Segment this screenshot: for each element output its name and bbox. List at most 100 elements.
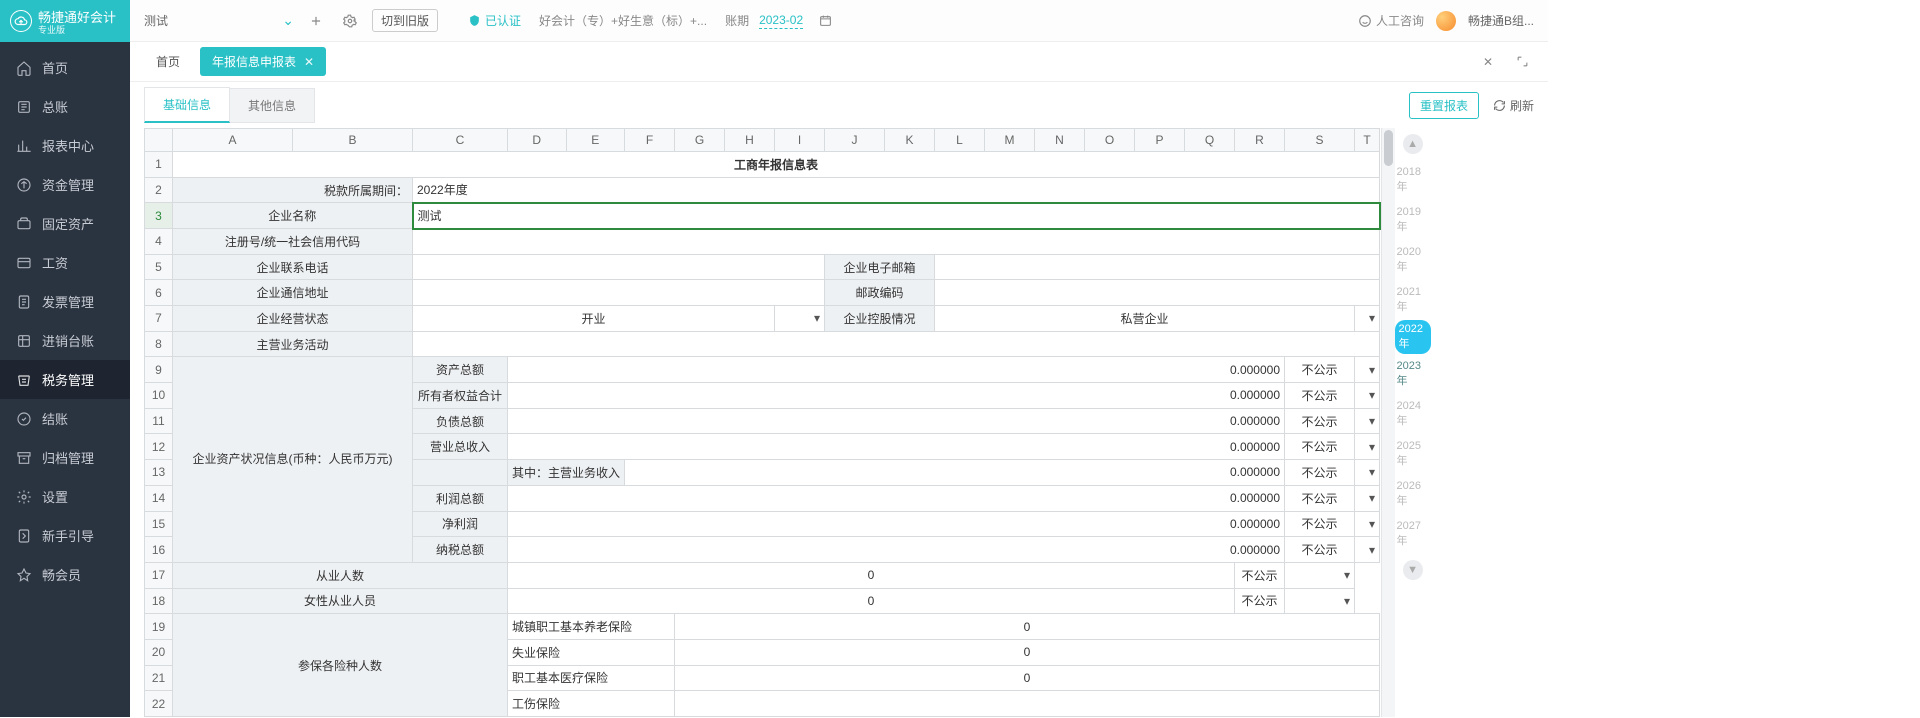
year-option[interactable]: 2020年: [1395, 240, 1431, 280]
reset-report-button[interactable]: 重置报表: [1409, 92, 1479, 119]
column-header[interactable]: L: [935, 129, 985, 152]
sheet-title: 工商年报信息表: [173, 152, 1380, 178]
column-header[interactable]: D: [508, 129, 567, 152]
year-rail: ▲ 2018年2019年2020年2021年2022年2023年2024年202…: [1395, 128, 1431, 717]
topbar: 测试 ⌄ 切到旧版 已认证 好会计（专）+好生意（标）+... 账期 2023-…: [130, 0, 1548, 42]
company-name-cell[interactable]: 测试: [413, 203, 1380, 229]
archive-icon: [16, 450, 32, 466]
column-header[interactable]: E: [566, 129, 625, 152]
plan-label: 好会计（专）+好生意（标）+...: [539, 12, 707, 29]
year-down-icon[interactable]: ▼: [1403, 560, 1423, 580]
column-header[interactable]: A: [173, 129, 293, 152]
column-header[interactable]: N: [1035, 129, 1085, 152]
sidebar-item-ledger[interactable]: 总账: [0, 87, 130, 126]
year-option[interactable]: 2025年: [1395, 434, 1431, 474]
column-header[interactable]: R: [1235, 129, 1285, 152]
expand-button[interactable]: [1510, 50, 1534, 74]
year-option[interactable]: 2022年: [1395, 320, 1431, 354]
refresh-button[interactable]: 刷新: [1493, 97, 1534, 114]
subtab-other[interactable]: 其他信息: [229, 88, 315, 123]
close-all-button[interactable]: ✕: [1476, 50, 1500, 74]
year-up-icon[interactable]: ▲: [1403, 134, 1423, 154]
jinxiao-icon: [16, 333, 32, 349]
column-header[interactable]: G: [675, 129, 725, 152]
dropdown-icon: ▾: [814, 311, 820, 325]
column-header[interactable]: O: [1085, 129, 1135, 152]
chevron-down-icon: ⌄: [282, 12, 294, 29]
sidebar-item-reports[interactable]: 报表中心: [0, 126, 130, 165]
period-calendar-icon[interactable]: [813, 9, 837, 33]
company-name: 测试: [144, 12, 168, 29]
sidebar-item-invoice[interactable]: 发票管理: [0, 282, 130, 321]
vip-icon: [16, 567, 32, 583]
column-header[interactable]: M: [985, 129, 1035, 152]
brand-text: 畅捷通好会计 专业版: [38, 7, 116, 35]
period-label: 账期: [725, 12, 749, 29]
sidebar-item-funds[interactable]: 资金管理: [0, 165, 130, 204]
support-link[interactable]: 人工咨询: [1358, 12, 1424, 29]
vertical-scrollbar[interactable]: [1381, 128, 1395, 717]
sidebar-item-assets[interactable]: 固定资产: [0, 204, 130, 243]
reports-icon: [16, 138, 32, 154]
year-option[interactable]: 2023年: [1395, 354, 1431, 394]
salary-icon: [16, 255, 32, 271]
funds-icon: [16, 177, 32, 193]
column-header[interactable]: I: [775, 129, 825, 152]
main: 测试 ⌄ 切到旧版 已认证 好会计（专）+好生意（标）+... 账期 2023-…: [130, 0, 1548, 717]
page-tabs: 首页 年报信息申报表 ✕ ✕: [130, 42, 1548, 82]
column-header[interactable]: K: [885, 129, 935, 152]
sidebar-item-close[interactable]: 结账: [0, 399, 130, 438]
column-header[interactable]: [145, 129, 173, 152]
year-option[interactable]: 2026年: [1395, 474, 1431, 514]
assets-icon: [16, 216, 32, 232]
gear-button[interactable]: [338, 9, 362, 33]
subtab-basic[interactable]: 基础信息: [144, 87, 230, 123]
column-header[interactable]: H: [725, 129, 775, 152]
sidebar-item-settings[interactable]: 设置: [0, 477, 130, 516]
certified-badge[interactable]: 已认证: [468, 12, 521, 29]
guide-icon: [16, 528, 32, 544]
year-option[interactable]: 2021年: [1395, 280, 1431, 320]
year-option[interactable]: 2027年: [1395, 514, 1431, 554]
column-header[interactable]: F: [625, 129, 675, 152]
sidebar: 畅捷通好会计 专业版 首页总账报表中心资金管理固定资产工资发票管理进销台账税务管…: [0, 0, 130, 717]
avatar[interactable]: [1436, 11, 1456, 31]
ledger-icon: [16, 99, 32, 115]
sidebar-item-archive[interactable]: 归档管理: [0, 438, 130, 477]
home-icon: [16, 60, 32, 76]
column-header[interactable]: S: [1285, 129, 1355, 152]
invoice-icon: [16, 294, 32, 310]
column-header[interactable]: Q: [1185, 129, 1235, 152]
column-header[interactable]: J: [825, 129, 885, 152]
column-header[interactable]: B: [293, 129, 413, 152]
column-header[interactable]: P: [1135, 129, 1185, 152]
year-option[interactable]: 2018年: [1395, 160, 1431, 200]
sidebar-item-guide[interactable]: 新手引导: [0, 516, 130, 555]
brand-logo[interactable]: 畅捷通好会计 专业版: [0, 0, 130, 42]
close-icon[interactable]: ✕: [304, 55, 314, 69]
switch-old-button[interactable]: 切到旧版: [372, 9, 438, 32]
sidebar-item-salary[interactable]: 工资: [0, 243, 130, 282]
column-header[interactable]: C: [413, 129, 508, 152]
tab-home[interactable]: 首页: [144, 47, 192, 76]
subtabs: 基础信息 其他信息 重置报表 刷新: [130, 82, 1548, 128]
close-icon: [16, 411, 32, 427]
username[interactable]: 畅捷通B组...: [1468, 12, 1534, 29]
column-header[interactable]: T: [1355, 129, 1380, 152]
sidebar-item-vip[interactable]: 畅会员: [0, 555, 130, 594]
cloud-up-icon: [10, 10, 32, 32]
sheet-area: ABCDEFGHIJKLMNOPQRST 1工商年报信息表 2税款所属期间：20…: [130, 128, 1548, 717]
tab-annual-report[interactable]: 年报信息申报表 ✕: [200, 47, 326, 76]
period-value[interactable]: 2023-02: [759, 13, 803, 29]
dropdown-icon: ▾: [1369, 311, 1375, 325]
settings-icon: [16, 489, 32, 505]
spreadsheet[interactable]: ABCDEFGHIJKLMNOPQRST 1工商年报信息表 2税款所属期间：20…: [144, 128, 1381, 717]
year-option[interactable]: 2024年: [1395, 394, 1431, 434]
add-button[interactable]: [304, 9, 328, 33]
company-selector[interactable]: 测试 ⌄: [144, 12, 294, 29]
sidebar-item-home[interactable]: 首页: [0, 48, 130, 87]
nav: 首页总账报表中心资金管理固定资产工资发票管理进销台账税务管理结账归档管理设置新手…: [0, 42, 130, 717]
sidebar-item-tax[interactable]: 税务管理: [0, 360, 130, 399]
sidebar-item-jinxiao[interactable]: 进销台账: [0, 321, 130, 360]
year-option[interactable]: 2019年: [1395, 200, 1431, 240]
